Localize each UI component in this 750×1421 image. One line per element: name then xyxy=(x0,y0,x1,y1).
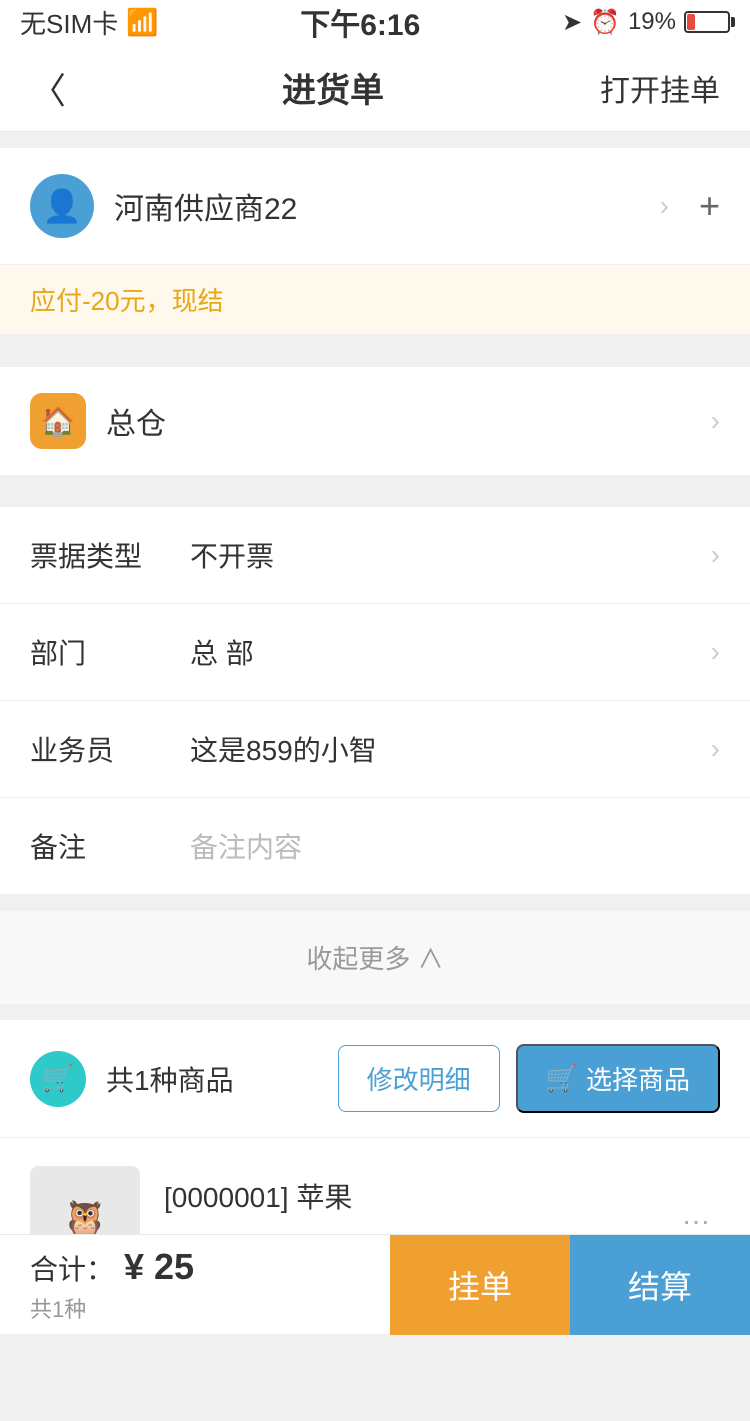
warehouse-name: 总仓 xyxy=(106,399,711,443)
invoice-type-chevron-icon: › xyxy=(711,539,720,571)
notice-bar: 应付-20元，现结 xyxy=(0,265,750,335)
supplier-name: 河南供应商22 xyxy=(114,184,660,228)
edit-detail-button[interactable]: 修改明细 xyxy=(338,1045,500,1112)
open-pending-button[interactable]: 打开挂单 xyxy=(600,66,720,110)
location-icon: ➤ xyxy=(562,8,582,37)
select-product-button[interactable]: 🛒 选择商品 xyxy=(516,1044,720,1113)
select-cart-icon: 🛒 xyxy=(546,1063,578,1094)
total-section: 合计： ¥ 25 共1种 xyxy=(0,1246,390,1324)
status-right: ➤ ⏰ 19% xyxy=(562,8,730,37)
total-main: 合计： ¥ 25 xyxy=(30,1246,360,1288)
supplier-avatar: 👤 xyxy=(30,174,94,238)
product-header: 🛒 共1种商品 修改明细 🛒 选择商品 xyxy=(0,1020,750,1138)
page-title: 进货单 xyxy=(282,63,384,112)
remark-value: 备注内容 xyxy=(190,826,720,866)
notice-text: 应付-20元，现结 xyxy=(30,286,224,316)
supplier-section: 👤 河南供应商22 › + 应付-20元，现结 xyxy=(0,148,750,335)
nav-bar: 〈 进货单 打开挂单 xyxy=(0,44,750,132)
checkout-button[interactable]: 结算 xyxy=(570,1235,750,1335)
bottom-spacer xyxy=(0,1321,750,1421)
department-label: 部门 xyxy=(30,632,190,672)
invoice-type-value: 不开票 xyxy=(190,535,711,575)
total-label: 合计： xyxy=(30,1248,114,1288)
salesperson-chevron-icon: › xyxy=(711,733,720,765)
warehouse-chevron-icon: › xyxy=(711,405,720,437)
product-count-label: 共1种商品 xyxy=(106,1059,338,1099)
select-product-label: 选择商品 xyxy=(586,1060,690,1097)
divider-top xyxy=(0,132,750,148)
battery-icon xyxy=(684,11,730,33)
avatar-icon: 👤 xyxy=(42,187,82,225)
total-sub: 共1种 xyxy=(30,1292,360,1324)
cart-icon-symbol: 🛒 xyxy=(42,1063,74,1094)
supplier-row[interactable]: 👤 河南供应商22 › + xyxy=(0,148,750,265)
department-chevron-icon: › xyxy=(711,636,720,668)
remark-row[interactable]: 备注 备注内容 xyxy=(0,798,750,895)
invoice-type-label: 票据类型 xyxy=(30,535,190,575)
remark-label: 备注 xyxy=(30,826,190,866)
product-name: [0000001] 苹果 xyxy=(164,1176,672,1216)
warehouse-row[interactable]: 🏠 总仓 › xyxy=(0,367,750,475)
form-section: 票据类型 不开票 › 部门 总 部 › 业务员 这是859的小智 › 备注 备注… xyxy=(0,507,750,895)
invoice-type-row[interactable]: 票据类型 不开票 › xyxy=(0,507,750,604)
collapse-label: 收起更多 ∧ xyxy=(306,939,443,976)
home-icon: 🏠 xyxy=(41,405,76,438)
collapse-row[interactable]: 收起更多 ∧ xyxy=(0,911,750,1004)
cart-icon: 🛒 xyxy=(30,1051,86,1107)
supplier-chevron-icon: › xyxy=(660,190,669,222)
department-value: 总 部 xyxy=(190,632,711,672)
warehouse-icon: 🏠 xyxy=(30,393,86,449)
bottom-bar: 合计： ¥ 25 共1种 挂单 结算 xyxy=(0,1234,750,1334)
salesperson-value: 这是859的小智 xyxy=(190,729,711,769)
alarm-icon: ⏰ xyxy=(590,8,620,37)
divider-2 xyxy=(0,491,750,507)
wifi-icon: 📶 xyxy=(126,7,158,38)
pending-button[interactable]: 挂单 xyxy=(390,1235,570,1335)
total-amount: ¥ 25 xyxy=(124,1246,194,1288)
divider-1 xyxy=(0,351,750,367)
status-left: 无SIM卡 📶 xyxy=(20,4,159,41)
add-supplier-button[interactable]: + xyxy=(699,185,720,227)
department-row[interactable]: 部门 总 部 › xyxy=(0,604,750,701)
status-time: 下午6:16 xyxy=(300,0,420,44)
battery-percent: 19% xyxy=(628,8,676,36)
status-bar: 无SIM卡 📶 下午6:16 ➤ ⏰ 19% xyxy=(0,0,750,44)
salesperson-row[interactable]: 业务员 这是859的小智 › xyxy=(0,701,750,798)
carrier-label: 无SIM卡 xyxy=(20,4,118,41)
divider-3 xyxy=(0,1004,750,1020)
salesperson-label: 业务员 xyxy=(30,729,190,769)
battery-fill xyxy=(687,14,695,30)
warehouse-section: 🏠 总仓 › xyxy=(0,367,750,475)
back-button[interactable]: 〈 xyxy=(30,62,66,114)
